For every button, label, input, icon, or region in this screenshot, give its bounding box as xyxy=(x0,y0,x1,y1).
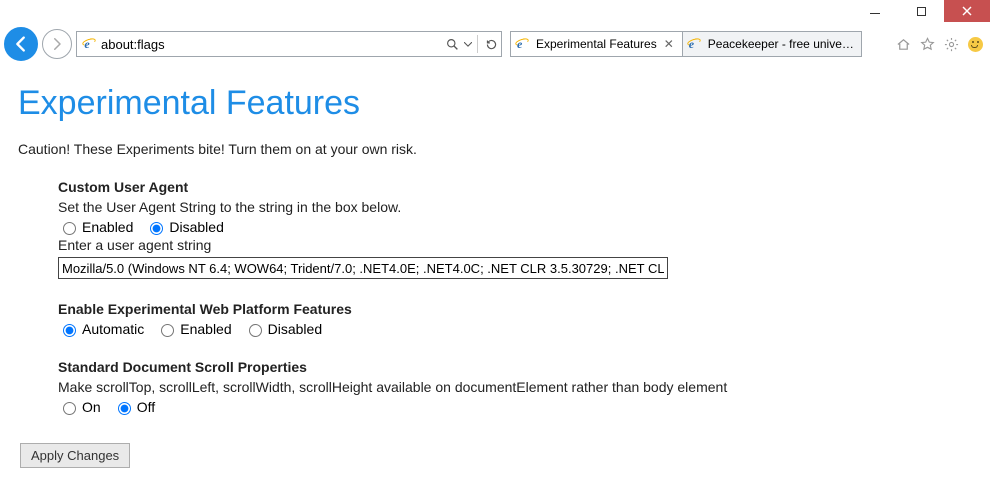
maximize-button[interactable] xyxy=(898,0,944,22)
ie-icon: e xyxy=(689,37,703,51)
favorites-star-icon[interactable] xyxy=(918,35,936,53)
address-bar-buttons xyxy=(442,32,501,56)
page-content: Experimental Features Caution! These Exp… xyxy=(0,66,990,478)
ua-prompt: Enter a user agent string xyxy=(58,237,918,253)
navigation-toolbar: e e Experimental Features ✕ xyxy=(0,22,990,66)
tab-experimental-features[interactable]: e Experimental Features ✕ xyxy=(510,31,683,57)
webplat-radio-disabled[interactable]: Disabled xyxy=(244,321,322,337)
command-bar xyxy=(894,35,984,53)
scroll-radio-off[interactable]: Off xyxy=(113,399,155,415)
radio-label: On xyxy=(82,399,101,415)
refresh-icon[interactable] xyxy=(481,38,501,51)
ua-radio-group: Enabled Disabled xyxy=(58,219,918,235)
radio-label: Enabled xyxy=(82,219,133,235)
window-caption-buttons xyxy=(852,0,990,22)
section-custom-user-agent: Custom User Agent Set the User Agent Str… xyxy=(58,179,918,279)
tools-gear-icon[interactable] xyxy=(942,35,960,53)
close-button[interactable] xyxy=(944,0,990,22)
section-desc: Make scrollTop, scrollLeft, scrollWidth,… xyxy=(58,379,918,395)
webplat-radio-group: Automatic Enabled Disabled xyxy=(58,321,918,337)
address-input[interactable] xyxy=(97,35,442,54)
radio-label: Enabled xyxy=(180,321,231,337)
section-heading: Enable Experimental Web Platform Feature… xyxy=(58,301,918,317)
section-web-platform: Enable Experimental Web Platform Feature… xyxy=(58,301,918,337)
tab-close-icon[interactable]: ✕ xyxy=(662,37,676,51)
tab-label: Experimental Features xyxy=(536,37,657,51)
radio-label: Off xyxy=(137,399,155,415)
dropdown-icon[interactable] xyxy=(462,42,474,47)
tab-peacekeeper[interactable]: e Peacekeeper - free universa... xyxy=(682,31,862,57)
home-icon[interactable] xyxy=(894,35,912,53)
tab-strip: e Experimental Features ✕ e Peacekeeper … xyxy=(510,31,862,57)
site-favicon-ie-icon: e xyxy=(77,37,97,52)
section-heading: Standard Document Scroll Properties xyxy=(58,359,918,375)
user-agent-input[interactable] xyxy=(58,257,668,279)
page-title: Experimental Features xyxy=(18,84,972,123)
scroll-radio-group: On Off xyxy=(58,399,918,415)
ua-radio-enabled[interactable]: Enabled xyxy=(58,219,133,235)
webplat-radio-enabled[interactable]: Enabled xyxy=(156,321,231,337)
caution-text: Caution! These Experiments bite! Turn th… xyxy=(18,141,972,157)
back-button[interactable] xyxy=(4,27,38,61)
ie-icon: e xyxy=(517,37,531,51)
radio-label: Disabled xyxy=(169,219,223,235)
section-heading: Custom User Agent xyxy=(58,179,918,195)
minimize-button[interactable] xyxy=(852,0,898,22)
search-icon[interactable] xyxy=(442,38,462,51)
radio-label: Disabled xyxy=(268,321,322,337)
ua-radio-disabled[interactable]: Disabled xyxy=(145,219,223,235)
scroll-radio-on[interactable]: On xyxy=(58,399,101,415)
address-bar: e xyxy=(76,31,502,57)
radio-label: Automatic xyxy=(82,321,144,337)
section-desc: Set the User Agent String to the string … xyxy=(58,199,918,215)
feedback-smiley-icon[interactable] xyxy=(966,35,984,53)
apply-changes-button[interactable]: Apply Changes xyxy=(20,443,130,468)
section-scroll-properties: Standard Document Scroll Properties Make… xyxy=(58,359,918,415)
browser-window: e e Experimental Features ✕ xyxy=(0,0,990,504)
tab-label: Peacekeeper - free universa... xyxy=(708,37,855,51)
webplat-radio-automatic[interactable]: Automatic xyxy=(58,321,144,337)
forward-button[interactable] xyxy=(42,29,72,59)
